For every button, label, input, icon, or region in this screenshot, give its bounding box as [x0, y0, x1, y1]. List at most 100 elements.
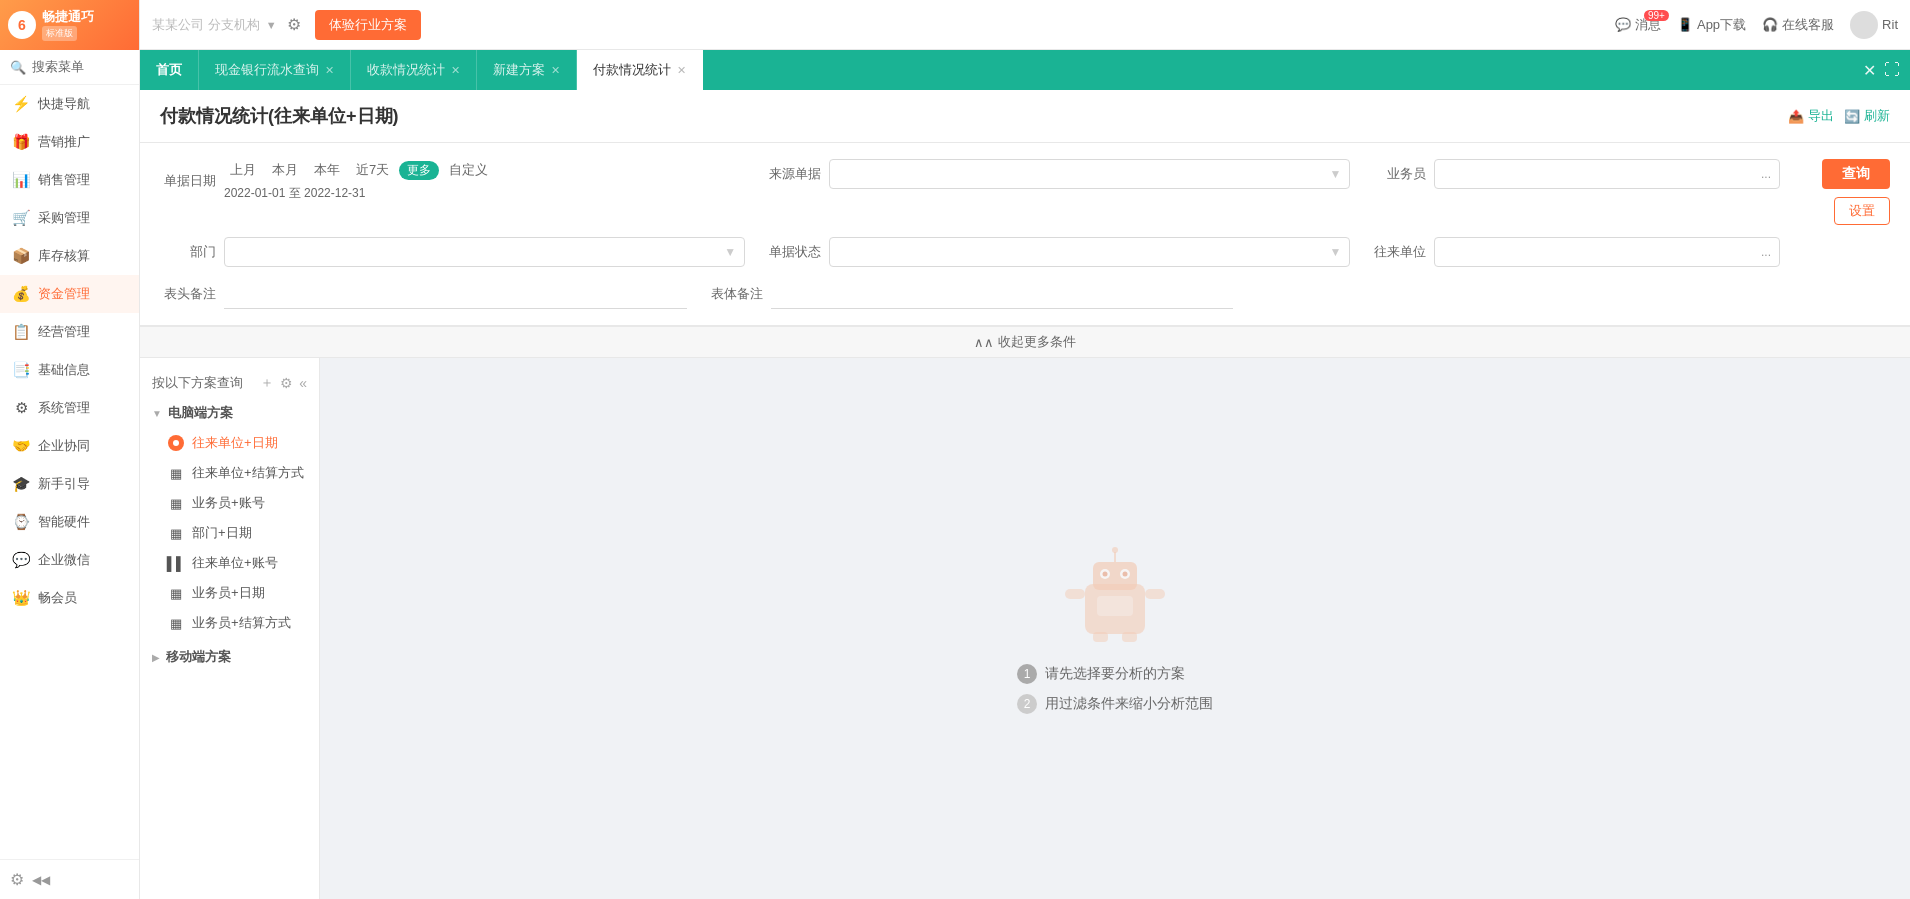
collapse-label: 收起更多条件: [998, 333, 1076, 351]
scheme-section-mobile-header[interactable]: ▶ 移动端方案: [140, 642, 319, 672]
source-dropdown-icon: ▼: [1329, 167, 1341, 181]
tab-new-scheme[interactable]: 新建方案 ✕: [477, 50, 577, 90]
refresh-label: 刷新: [1864, 107, 1890, 125]
partner-select[interactable]: ...: [1434, 237, 1780, 267]
search-menu[interactable]: 🔍 搜索菜单: [0, 50, 139, 85]
date-option-last-month[interactable]: 上月: [224, 159, 262, 181]
logo-icon: 6: [8, 11, 36, 39]
scheme-item-staff-account[interactable]: ▦ 业务员+账号: [140, 488, 319, 518]
filter-dept: 部门 ▼: [160, 237, 745, 267]
dept-select[interactable]: ▼: [224, 237, 745, 267]
scheme-item-label: 往来单位+账号: [192, 554, 278, 572]
scheme-item-staff-date[interactable]: ▦ 业务员+日期: [140, 578, 319, 608]
scheme-item-dept-date[interactable]: ▦ 部门+日期: [140, 518, 319, 548]
date-option-7days[interactable]: 近7天: [350, 159, 395, 181]
sidebar-item-sales[interactable]: 📊 销售管理: [0, 161, 139, 199]
topbar-settings-icon[interactable]: ⚙: [287, 15, 301, 34]
date-range: 2022-01-01 至 2022-12-31: [224, 185, 494, 202]
scheme-item-label: 往来单位+日期: [192, 434, 278, 452]
logo-name: 畅捷通巧: [42, 9, 94, 25]
add-scheme-icon[interactable]: ＋: [260, 374, 274, 392]
enterprise-icon: 🤝: [12, 437, 30, 455]
refresh-btn[interactable]: 🔄 刷新: [1844, 107, 1890, 125]
scheme-item-partner-settle[interactable]: ▦ 往来单位+结算方式: [140, 458, 319, 488]
sidebar-item-marketing[interactable]: 🎁 营销推广: [0, 123, 139, 161]
sidebar-item-quick-nav[interactable]: ⚡ 快捷导航: [0, 85, 139, 123]
sidebar-item-inventory[interactable]: 📦 库存核算: [0, 237, 139, 275]
scheme-item-partner-date[interactable]: 往来单位+日期: [140, 428, 319, 458]
tab-collection[interactable]: 收款情况统计 ✕: [351, 50, 477, 90]
tab-new-scheme-close[interactable]: ✕: [551, 64, 560, 77]
sidebar-item-vip[interactable]: 👑 畅会员: [0, 579, 139, 617]
tab-bank-close[interactable]: ✕: [325, 64, 334, 77]
sidebar-item-weixin[interactable]: 💬 企业微信: [0, 541, 139, 579]
tabbar: 首页 现金银行流水查询 ✕ 收款情况统计 ✕ 新建方案 ✕ 付款情况统计 ✕ ✕…: [140, 50, 1910, 90]
close-all-icon[interactable]: ✕: [1863, 61, 1876, 80]
staff-select[interactable]: ...: [1434, 159, 1780, 189]
tab-bank[interactable]: 现金银行流水查询 ✕: [199, 50, 351, 90]
query-btn[interactable]: 查询: [1822, 159, 1890, 189]
source-select[interactable]: ▼: [829, 159, 1350, 189]
table-icon: ▦: [168, 525, 184, 541]
sidebar-footer: ⚙ ◀◀: [0, 859, 139, 899]
filter-panel: 单据日期 上月 本月 本年 近7天 更多 自定义 2022-01-01 至 20…: [140, 143, 1910, 326]
expand-icon[interactable]: ⛶: [1884, 61, 1900, 79]
settings-btn[interactable]: 设置: [1834, 197, 1890, 225]
collapse-scheme-icon[interactable]: «: [299, 375, 307, 391]
sidebar-item-hardware[interactable]: ⌚ 智能硬件: [0, 503, 139, 541]
doc-status-label: 单据状态: [765, 243, 821, 261]
filter-doc-status: 单据状态 ▼: [765, 237, 1350, 267]
sidebar-item-system[interactable]: ⚙ 系统管理: [0, 389, 139, 427]
sidebar-item-purchase[interactable]: 🛒 采购管理: [0, 199, 139, 237]
svg-rect-2: [1093, 562, 1137, 590]
sidebar-item-operation[interactable]: 📋 经营管理: [0, 313, 139, 351]
tab-home[interactable]: 首页: [140, 50, 199, 90]
date-option-this-month[interactable]: 本月: [266, 159, 304, 181]
empty-hint-2: 2 用过滤条件来缩小分析范围: [1017, 694, 1213, 714]
search-icon: 🔍: [10, 60, 26, 75]
date-option-more[interactable]: 更多: [399, 161, 439, 180]
trial-btn[interactable]: 体验行业方案: [315, 10, 421, 40]
export-icon: 📤: [1788, 109, 1804, 124]
sidebar-nav: ⚡ 快捷导航 🎁 营销推广 📊 销售管理 🛒 采购管理 📦 库存核算 💰 资金管…: [0, 85, 139, 859]
doc-status-select[interactable]: ▼: [829, 237, 1350, 267]
company-selector[interactable]: 某某公司 分支机构 ▼: [152, 16, 277, 34]
scheme-section-desktop-header[interactable]: ▼ 电脑端方案: [140, 398, 319, 428]
tab-payment-close[interactable]: ✕: [677, 64, 686, 77]
sidebar-item-basic[interactable]: 📑 基础信息: [0, 351, 139, 389]
footer-settings-icon[interactable]: ⚙: [10, 870, 24, 889]
section-arrow-icon: ▶: [152, 652, 160, 663]
messages-btn[interactable]: 💬 消息 99+: [1615, 16, 1661, 34]
sidebar-header: 6 畅捷通巧 标准版: [0, 0, 139, 50]
footer-collapse-icon[interactable]: ◀◀: [32, 873, 50, 887]
main-area: 某某公司 分支机构 ▼ ⚙ 体验行业方案 💬 消息 99+ 📱 App下载 🎧 …: [140, 0, 1910, 899]
empty-illustration: [1055, 544, 1175, 644]
page-actions: 📤 导出 🔄 刷新: [1788, 107, 1890, 125]
tab-payment[interactable]: 付款情况统计 ✕: [577, 50, 703, 90]
tab-collection-close[interactable]: ✕: [451, 64, 460, 77]
scheme-item-partner-account[interactable]: ▌▌ 往来单位+账号: [140, 548, 319, 578]
date-option-this-year[interactable]: 本年: [308, 159, 346, 181]
app-download-btn[interactable]: 📱 App下载: [1677, 16, 1746, 34]
hardware-icon: ⌚: [12, 513, 30, 531]
app-icon: 📱: [1677, 17, 1693, 32]
collapse-btn[interactable]: ∧∧ 收起更多条件: [954, 327, 1096, 357]
filter-source: 来源单据 ▼: [765, 159, 1350, 189]
scheme-item-staff-settle[interactable]: ▦ 业务员+结算方式: [140, 608, 319, 638]
sidebar-item-label: 新手引导: [38, 475, 90, 493]
head-note-input[interactable]: [224, 279, 687, 309]
content-area: 付款情况统计(往来单位+日期) 📤 导出 🔄 刷新 单据日期: [140, 90, 1910, 899]
sidebar-item-enterprise[interactable]: 🤝 企业协同: [0, 427, 139, 465]
edit-scheme-icon[interactable]: ⚙: [280, 375, 293, 391]
sidebar-item-guide[interactable]: 🎓 新手引导: [0, 465, 139, 503]
date-option-custom[interactable]: 自定义: [443, 159, 494, 181]
hint-text-2: 用过滤条件来缩小分析范围: [1045, 695, 1213, 713]
search-label: 搜索菜单: [32, 58, 84, 76]
export-btn[interactable]: 📤 导出: [1788, 107, 1834, 125]
export-label: 导出: [1808, 107, 1834, 125]
svg-rect-11: [1093, 632, 1108, 642]
sidebar-item-capital[interactable]: 💰 资金管理: [0, 275, 139, 313]
body-note-input[interactable]: [771, 279, 1234, 309]
service-btn[interactable]: 🎧 在线客服: [1762, 16, 1834, 34]
user-avatar[interactable]: Rit: [1850, 11, 1898, 39]
